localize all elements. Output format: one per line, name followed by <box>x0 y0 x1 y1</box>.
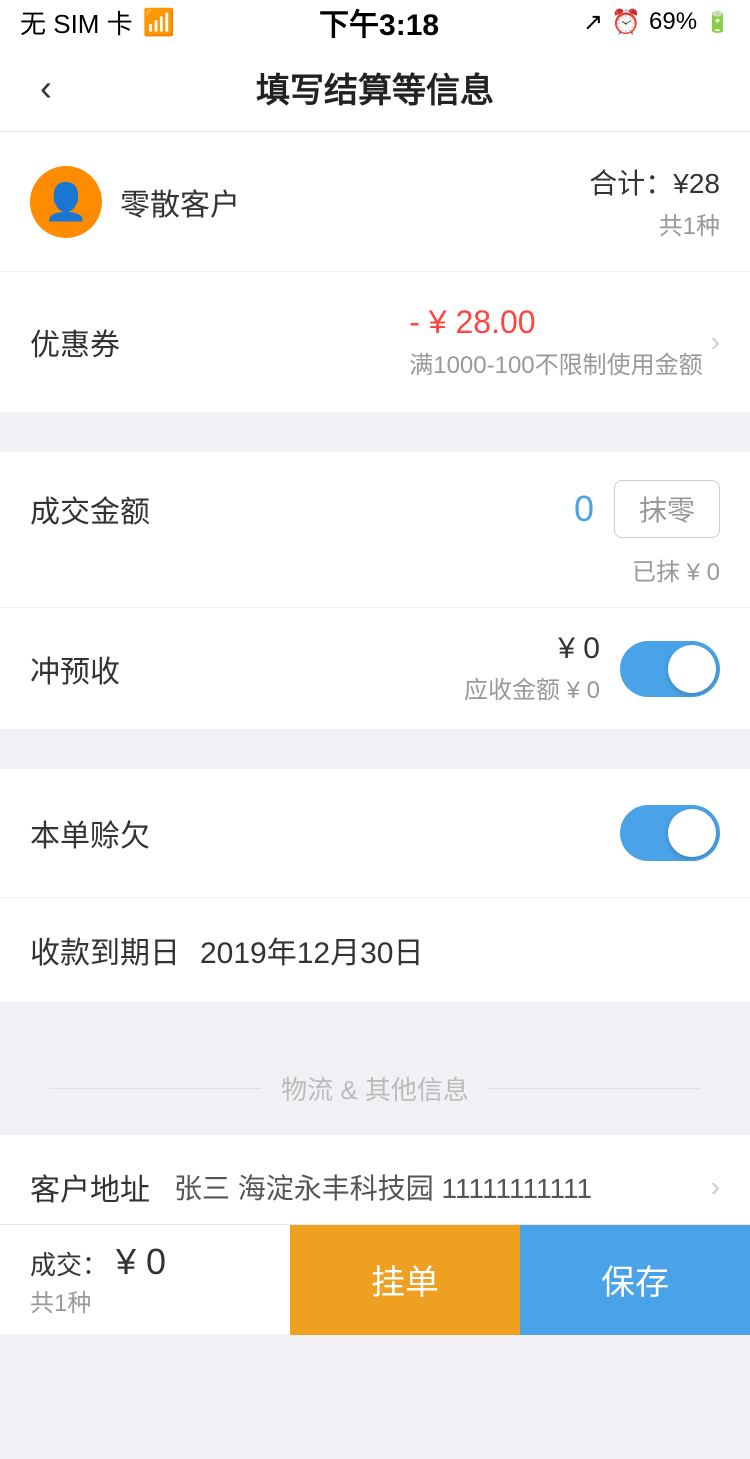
back-button[interactable]: ‹ <box>30 57 62 119</box>
transaction-row: 成交金额 0 抹零 <box>0 452 750 548</box>
coupon-label: 优惠券 <box>30 320 120 364</box>
divider-3 <box>0 1002 750 1022</box>
logistics-label: 物流 & 其他信息 <box>281 1070 469 1107</box>
bottom-bar: 成交： ¥ 0 共1种 挂单 保存 <box>0 1224 750 1334</box>
transaction-value: 0 <box>574 488 594 530</box>
save-button[interactable]: 保存 <box>520 1225 750 1335</box>
due-date-value: 2019年12月30日 <box>200 928 423 972</box>
page-title: 填写结算等信息 <box>256 63 494 112</box>
logistics-header: 物流 & 其他信息 <box>0 1042 750 1135</box>
advance-right: ¥ 0 应收金额 ¥ 0 <box>464 632 720 705</box>
location-icon: ↗ <box>583 8 603 37</box>
deal-count: 共1种 <box>30 1283 260 1318</box>
advance-sub: 应收金额 ¥ 0 <box>464 670 600 705</box>
logistics-section: 物流 & 其他信息 <box>0 1042 750 1135</box>
alarm-icon: ⏰ <box>611 8 641 37</box>
advance-main: ¥ 0 <box>464 632 600 666</box>
customer-right: 合计：¥28 共1种 <box>589 162 720 241</box>
address-chevron-icon: › <box>711 1171 720 1203</box>
credit-row: 本单赊欠 <box>0 769 750 897</box>
transaction-section: 成交金额 0 抹零 已抹 ¥ 0 冲预收 ¥ 0 应收金额 ¥ 0 <box>0 452 750 729</box>
coupon-amount: - ¥ 28.00 <box>409 304 702 341</box>
round-zero-button[interactable]: 抹零 <box>614 480 720 538</box>
customer-row: 👤 零散客户 合计：¥28 共1种 <box>0 132 750 271</box>
wifi-icon: 📶 <box>143 7 175 38</box>
status-bar: 无 SIM 卡 📶 下午3:18 ↗ ⏰ 69% 🔋 <box>0 0 750 44</box>
deal-label: 成交： <box>30 1245 108 1282</box>
transaction-label: 成交金额 <box>30 487 150 531</box>
due-date-label: 收款到期日 <box>30 928 180 972</box>
deal-amount: ¥ 0 <box>116 1241 166 1283</box>
advance-row: 冲预收 ¥ 0 应收金额 ¥ 0 <box>0 607 750 729</box>
credit-toggle[interactable] <box>620 805 720 861</box>
status-right: ↗ ⏰ 69% 🔋 <box>583 8 730 37</box>
advance-toggle[interactable] <box>620 641 720 697</box>
credit-section: 本单赊欠 收款到期日 2019年12月30日 <box>0 769 750 1002</box>
advance-label: 冲预收 <box>30 647 120 691</box>
transaction-sub: 已抹 ¥ 0 <box>0 548 750 607</box>
status-time: 下午3:18 <box>319 0 439 44</box>
divider-2 <box>0 749 750 769</box>
advance-amount-block: ¥ 0 应收金额 ¥ 0 <box>464 632 600 705</box>
coupon-info: - ¥ 28.00 满1000-100不限制使用金额 <box>409 304 702 380</box>
coupon-right: - ¥ 28.00 满1000-100不限制使用金额 › <box>409 304 720 380</box>
transaction-right: 0 抹零 <box>574 480 720 538</box>
coupon-condition: 满1000-100不限制使用金额 <box>409 345 702 380</box>
total-label: 合计：¥28 <box>589 162 720 202</box>
coupon-row[interactable]: 优惠券 - ¥ 28.00 满1000-100不限制使用金额 › <box>0 271 750 412</box>
nav-bar: ‹ 填写结算等信息 <box>0 44 750 132</box>
bottom-info: 成交： ¥ 0 共1种 <box>0 1241 290 1318</box>
battery-label: 69% <box>649 8 697 36</box>
hang-button[interactable]: 挂单 <box>290 1225 520 1335</box>
total-count: 共1种 <box>589 206 720 241</box>
status-left: 无 SIM 卡 📶 <box>20 4 175 41</box>
due-date-row: 收款到期日 2019年12月30日 <box>0 897 750 1002</box>
battery-icon: 🔋 <box>705 10 730 35</box>
carrier-label: 无 SIM 卡 <box>20 4 133 41</box>
avatar-icon: 👤 <box>44 181 89 223</box>
deal-row: 成交： ¥ 0 <box>30 1241 260 1283</box>
customer-name: 零散客户 <box>120 180 240 224</box>
divider-1 <box>0 432 750 452</box>
address-left: 客户地址 张三 海淀永丰科技园 11111111111 <box>30 1165 592 1209</box>
chevron-right-icon: › <box>711 326 720 358</box>
address-value: 张三 海淀永丰科技园 11111111111 <box>174 1167 592 1207</box>
address-label: 客户地址 <box>30 1165 150 1209</box>
customer-section: 👤 零散客户 合计：¥28 共1种 优惠券 - ¥ 28.00 满1000-10… <box>0 132 750 412</box>
avatar: 👤 <box>30 166 102 238</box>
credit-label: 本单赊欠 <box>30 811 150 855</box>
customer-left: 👤 零散客户 <box>30 166 240 238</box>
